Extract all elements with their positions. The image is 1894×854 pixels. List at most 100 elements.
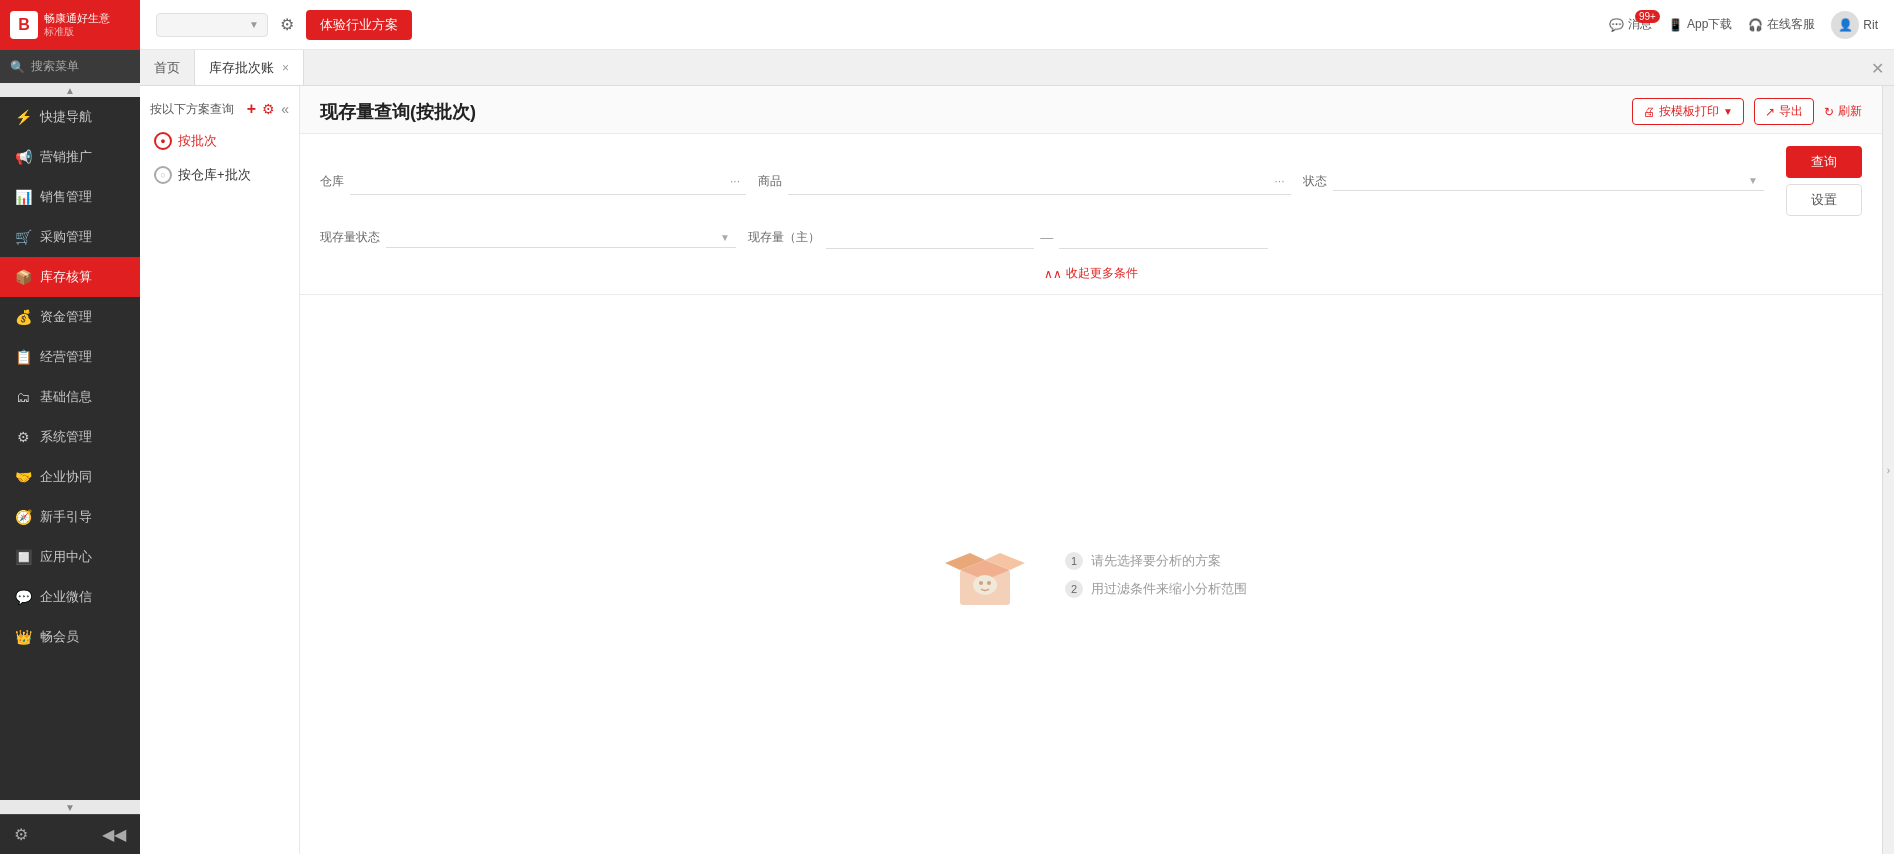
sidebar-item-purchase[interactable]: 🛒 采购管理 [0, 217, 140, 257]
scroll-up-btn[interactable]: ▲ [63, 83, 77, 98]
page-title-actions: 🖨 按模板打印 ▼ ↗ 导出 ↻ 刷新 [1632, 98, 1862, 125]
status-label: 状态 [1303, 173, 1327, 190]
messages-badge: 99+ [1635, 10, 1660, 23]
scheme-batch-label: 按批次 [178, 132, 217, 150]
dropdown-arrow-icon[interactable]: ▼ [249, 19, 259, 30]
scroll-down-btn[interactable]: ▼ [63, 800, 77, 815]
topbar-search-input[interactable] [165, 18, 245, 32]
gear-icon[interactable]: ⚙ [14, 825, 28, 844]
online-service-button[interactable]: 🎧 在线客服 [1748, 16, 1815, 33]
empty-tip-2: 2 用过滤条件来缩小分析范围 [1065, 580, 1247, 598]
trial-button[interactable]: 体验行业方案 [306, 10, 412, 40]
sidebar-item-operation[interactable]: 📋 经营管理 [0, 337, 140, 377]
refresh-button[interactable]: ↻ 刷新 [1824, 103, 1862, 120]
page-title-bar: 现存量查询(按批次) 🖨 按模板打印 ▼ ↗ 导出 ↻ 刷新 [300, 86, 1882, 134]
sidebar-item-enterprise[interactable]: 🤝 企业协同 [0, 457, 140, 497]
app-download-button[interactable]: 📱 App下载 [1668, 16, 1732, 33]
scheme-collapse-icon[interactable]: « [281, 101, 289, 117]
tab-home[interactable]: 首页 [140, 50, 195, 85]
range-dash: — [1040, 230, 1053, 245]
page-title: 现存量查询(按批次) [320, 100, 476, 124]
filter-panel-header: 按以下方案查询 + ⚙ « [140, 94, 299, 124]
sidebar-item-inventory[interactable]: 📦 库存核算 [0, 257, 140, 297]
messages-button[interactable]: 💬 消息 99+ [1609, 16, 1652, 33]
tabbar-close-right-icon[interactable]: ✕ [1871, 58, 1884, 77]
sidebar-scroll-top[interactable]: ▲ [0, 83, 140, 97]
scheme-batch-icon: ● [154, 132, 172, 150]
add-scheme-icon[interactable]: + [247, 100, 256, 118]
topbar: ▼ ⚙ 体验行业方案 💬 消息 99+ 📱 App下载 🎧 在线客服 👤 [140, 0, 1894, 50]
export-icon: ↗ [1765, 105, 1775, 119]
sidebar-item-apps[interactable]: 🔲 应用中心 [0, 537, 140, 577]
warehouse-input-box[interactable]: ··· [350, 168, 746, 195]
tab-close-icon[interactable]: × [282, 61, 289, 75]
collapse-label: 收起更多条件 [1066, 265, 1138, 282]
sidebar-search-bar[interactable]: 🔍 搜索菜单 [0, 50, 140, 83]
sidebar-item-member[interactable]: 👑 畅会员 [0, 617, 140, 657]
app-logo: B [10, 11, 38, 39]
shortcut-label: 快捷导航 [40, 108, 92, 126]
filter-settings-button[interactable]: 设置 [1786, 184, 1862, 216]
inventory-amount-label: 现存量（主） [748, 229, 820, 246]
empty-tips: 1 请先选择要分析的方案 2 用过滤条件来缩小分析范围 [1065, 552, 1247, 598]
scheme-warehouse-batch-icon: ○ [154, 166, 172, 184]
query-button[interactable]: 查询 [1786, 146, 1862, 178]
refresh-icon: ↻ [1824, 105, 1834, 119]
product-input-box[interactable]: ··· [788, 168, 1291, 195]
topbar-gear-icon[interactable]: ⚙ [276, 11, 298, 38]
inventory-status-select[interactable]: ▼ [386, 228, 736, 248]
sidebar-item-sales[interactable]: 📊 销售管理 [0, 177, 140, 217]
filter-scheme-panel: 按以下方案查询 + ⚙ « ● 按批次 ○ 按仓库+批次 [140, 86, 300, 854]
inventory-icon: 📦 [14, 268, 32, 286]
warehouse-more-icon[interactable]: ··· [724, 174, 746, 188]
sidebar-item-marketing[interactable]: 📢 营销推广 [0, 137, 140, 177]
print-button[interactable]: 🖨 按模板打印 ▼ [1632, 98, 1744, 125]
tab-inventory-batch[interactable]: 库存批次账 × [195, 50, 304, 85]
member-icon: 👑 [14, 628, 32, 646]
scheme-item-batch[interactable]: ● 按批次 [140, 124, 299, 158]
filter-area: 仓库 ··· 商品 ··· 状态 [300, 134, 1882, 295]
empty-state: 1 请先选择要分析的方案 2 用过滤条件来缩小分析范围 [300, 295, 1882, 854]
sidebar-item-wechat[interactable]: 💬 企业微信 [0, 577, 140, 617]
sidebar-item-basic[interactable]: 🗂 基础信息 [0, 377, 140, 417]
print-dropdown-icon[interactable]: ▼ [1723, 106, 1733, 117]
tip-text-1: 请先选择要分析的方案 [1091, 552, 1221, 570]
scheme-settings-icon[interactable]: ⚙ [262, 101, 275, 117]
sidebar-item-finance[interactable]: 💰 资金管理 [0, 297, 140, 337]
phone-icon: 📱 [1668, 18, 1683, 32]
search-input-group[interactable]: ▼ [156, 13, 268, 37]
sidebar-item-shortcut[interactable]: ⚡ 快捷导航 [0, 97, 140, 137]
system-icon: ⚙ [14, 428, 32, 446]
filter-inventory-status: 现存量状态 ▼ [320, 228, 736, 248]
right-edge-scroll[interactable]: › [1882, 86, 1894, 854]
sidebar-item-newbie[interactable]: 🧭 新手引导 [0, 497, 140, 537]
inventory-amount-min[interactable] [826, 226, 1034, 249]
collapse-button[interactable]: ∧∧ 收起更多条件 [320, 259, 1862, 282]
sidebar-nav: ⚡ 快捷导航 📢 营销推广 📊 销售管理 🛒 采购管理 📦 库存核算 💰 资金管… [0, 97, 140, 800]
filter-row-2: 现存量状态 ▼ 现存量（主） — [320, 226, 1862, 249]
sidebar-item-system[interactable]: ⚙ 系统管理 [0, 417, 140, 457]
edition-label: 标准版 [44, 25, 110, 39]
status-select[interactable]: ▼ [1333, 171, 1765, 191]
sidebar-toggle-icon[interactable]: ◀◀ [102, 825, 126, 844]
apps-icon: 🔲 [14, 548, 32, 566]
inventory-amount-max[interactable] [1059, 226, 1267, 249]
sidebar: B 畅康通好生意 标准版 🔍 搜索菜单 ▲ ⚡ 快捷导航 📢 营销推广 📊 销售… [0, 0, 140, 854]
tabbar: 首页 库存批次账 × ✕ [140, 50, 1894, 86]
enterprise-icon: 🤝 [14, 468, 32, 486]
user-profile-button[interactable]: 👤 Rit [1831, 11, 1878, 39]
warehouse-input[interactable] [350, 170, 724, 192]
product-label: 商品 [758, 173, 782, 190]
avatar: 👤 [1831, 11, 1859, 39]
purchase-label: 采购管理 [40, 228, 92, 246]
apps-label: 应用中心 [40, 548, 92, 566]
export-button[interactable]: ↗ 导出 [1754, 98, 1814, 125]
product-more-icon[interactable]: ··· [1268, 174, 1290, 188]
page-content: 按以下方案查询 + ⚙ « ● 按批次 ○ 按仓库+批次 现存量查询(按批次) [140, 86, 1894, 854]
operation-icon: 📋 [14, 348, 32, 366]
product-input[interactable] [788, 170, 1268, 192]
scheme-item-warehouse-batch[interactable]: ○ 按仓库+批次 [140, 158, 299, 192]
sidebar-scroll-bottom[interactable]: ▼ [0, 800, 140, 814]
finance-label: 资金管理 [40, 308, 92, 326]
member-label: 畅会员 [40, 628, 79, 646]
